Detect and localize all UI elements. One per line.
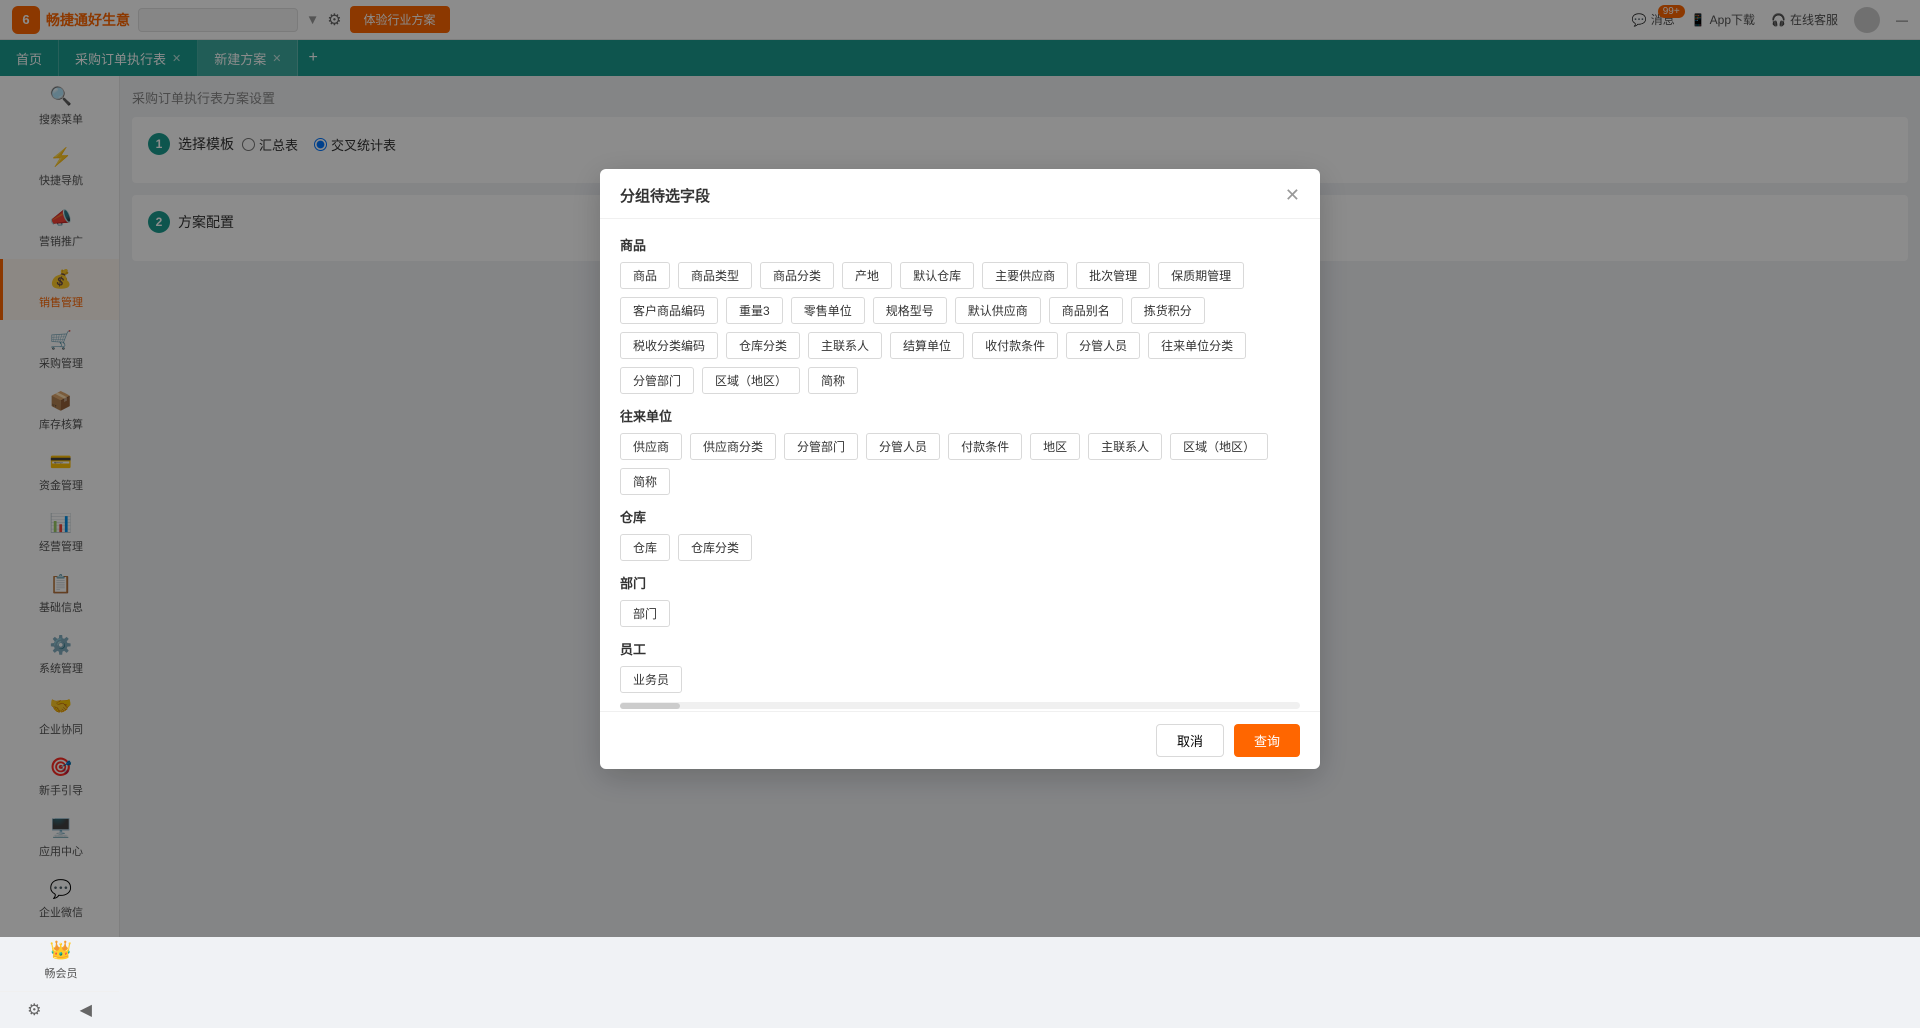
member-icon: 👑	[50, 940, 72, 961]
field-tag[interactable]: 简称	[808, 367, 858, 394]
section-title-员工: 员工	[620, 639, 1300, 658]
field-selector-modal: 分组待选字段 ✕ 商品商品商品类型商品分类产地默认仓库主要供应商批次管理保质期管…	[600, 169, 1320, 769]
field-tag[interactable]: 商品	[620, 262, 670, 289]
field-tag[interactable]: 仓库分类	[726, 332, 800, 359]
field-tag[interactable]: 默认仓库	[900, 262, 974, 289]
field-tag[interactable]: 主联系人	[808, 332, 882, 359]
field-tag[interactable]: 仓库	[620, 534, 670, 561]
field-tag[interactable]: 业务员	[620, 666, 682, 693]
field-tag[interactable]: 规格型号	[873, 297, 947, 324]
section-title-仓库: 仓库	[620, 507, 1300, 526]
field-tag[interactable]: 地区	[1030, 433, 1080, 460]
field-tag[interactable]: 批次管理	[1076, 262, 1150, 289]
field-tag[interactable]: 结算单位	[890, 332, 964, 359]
field-tag[interactable]: 产地	[842, 262, 892, 289]
field-tag[interactable]: 供应商	[620, 433, 682, 460]
field-tag[interactable]: 分管人员	[866, 433, 940, 460]
section-title-部门: 部门	[620, 573, 1300, 592]
sidebar-settings-icon[interactable]: ⚙	[27, 1000, 41, 1020]
field-tag[interactable]: 商品分类	[760, 262, 834, 289]
field-tag[interactable]: 分管人员	[1066, 332, 1140, 359]
cancel-button[interactable]: 取消	[1156, 724, 1224, 757]
modal-hscroll-thumb	[620, 703, 680, 709]
field-tag[interactable]: 分管部门	[784, 433, 858, 460]
field-grid-商品: 商品商品类型商品分类产地默认仓库主要供应商批次管理保质期管理客户商品编码重量3 零…	[620, 262, 1300, 394]
field-grid-员工: 业务员	[620, 666, 1300, 693]
sidebar-item-member[interactable]: 👑 畅会员	[0, 930, 119, 991]
field-tag[interactable]: 默认供应商	[955, 297, 1041, 324]
field-tag[interactable]: 重量3	[726, 297, 783, 324]
confirm-button[interactable]: 查询	[1234, 724, 1300, 757]
sidebar-bottom: ⚙ ◀	[0, 991, 119, 1028]
field-tag[interactable]: 税收分类编码	[620, 332, 718, 359]
modal-overlay: 分组待选字段 ✕ 商品商品商品类型商品分类产地默认仓库主要供应商批次管理保质期管…	[0, 0, 1920, 937]
field-tag[interactable]: 主要供应商	[982, 262, 1068, 289]
field-tag[interactable]: 拣货积分	[1131, 297, 1205, 324]
field-grid-往来单位: 供应商供应商分类分管部门分管人员付款条件地区主联系人区域（地区） 简称	[620, 433, 1300, 495]
field-tag[interactable]: 商品别名	[1049, 297, 1123, 324]
field-tag[interactable]: 往来单位分类	[1148, 332, 1246, 359]
field-tag[interactable]: 分管部门	[620, 367, 694, 394]
sidebar-collapse-icon[interactable]: ◀	[80, 1000, 92, 1020]
field-tag[interactable]: 区域（地区）	[1170, 433, 1268, 460]
modal-footer: 取消 查询	[600, 711, 1320, 769]
field-grid-仓库: 仓库仓库分类	[620, 534, 1300, 561]
field-grid-部门: 部门	[620, 600, 1300, 627]
field-tag[interactable]: 简称	[620, 468, 670, 495]
modal-horizontal-scrollbar[interactable]	[620, 702, 1300, 708]
modal-title: 分组待选字段	[620, 185, 710, 206]
modal-header: 分组待选字段 ✕	[600, 169, 1320, 219]
field-tag[interactable]: 供应商分类	[690, 433, 776, 460]
field-tag[interactable]: 区域（地区）	[702, 367, 800, 394]
field-tag[interactable]: 收付款条件	[972, 332, 1058, 359]
field-tag[interactable]: 付款条件	[948, 433, 1022, 460]
sidebar-item-member-label: 畅会员	[45, 965, 78, 981]
modal-close-button[interactable]: ✕	[1285, 185, 1300, 206]
field-tag[interactable]: 客户商品编码	[620, 297, 718, 324]
field-tag[interactable]: 保质期管理	[1158, 262, 1244, 289]
section-title-商品: 商品	[620, 235, 1300, 254]
field-tag[interactable]: 主联系人	[1088, 433, 1162, 460]
field-tag[interactable]: 仓库分类	[678, 534, 752, 561]
modal-body: 商品商品商品类型商品分类产地默认仓库主要供应商批次管理保质期管理客户商品编码重量…	[600, 219, 1320, 703]
field-tag[interactable]: 部门	[620, 600, 670, 627]
field-tag[interactable]: 商品类型	[678, 262, 752, 289]
section-title-往来单位: 往来单位	[620, 406, 1300, 425]
field-tag[interactable]: 零售单位	[791, 297, 865, 324]
